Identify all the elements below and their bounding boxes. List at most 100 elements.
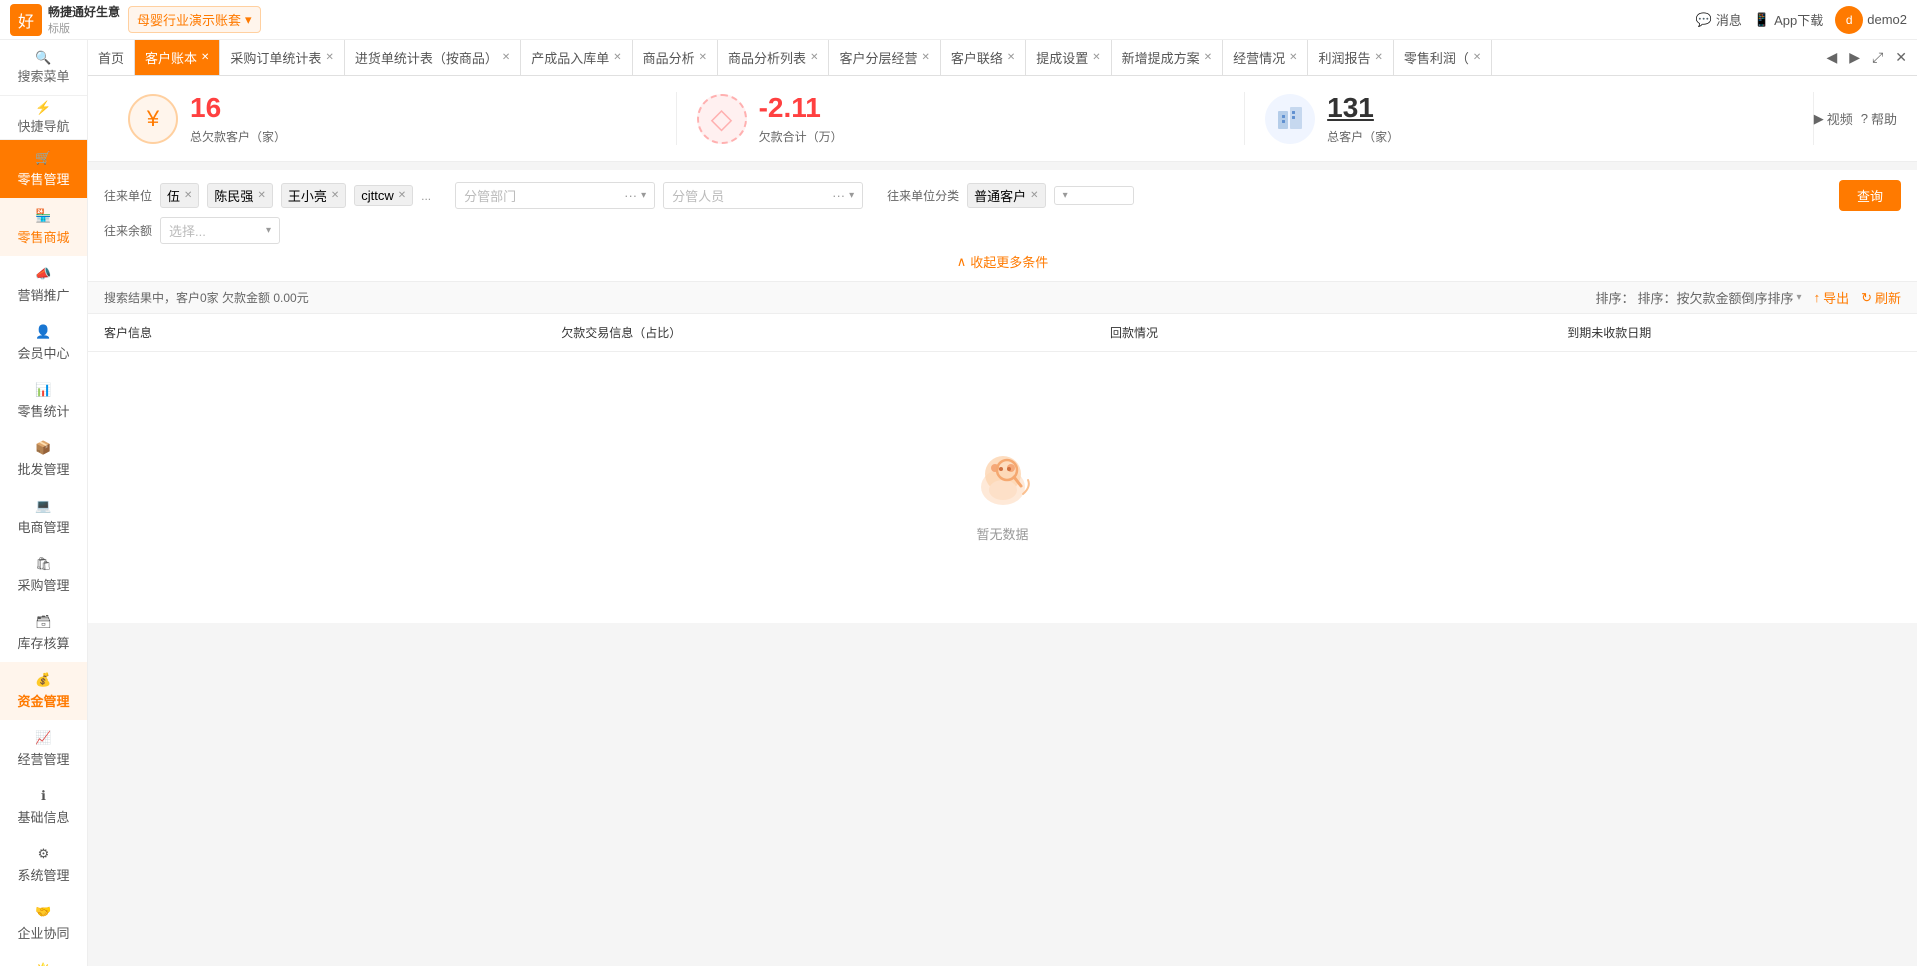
video-btn[interactable]: ▶ 视频: [1814, 109, 1853, 128]
tab-product-inbound[interactable]: 产成品入库单 ✕: [521, 40, 632, 76]
tab-customer-contact[interactable]: 客户联络 ✕: [941, 40, 1026, 76]
collapse-btn[interactable]: ∧ 收起更多条件: [957, 252, 1049, 271]
tab-retail-profit[interactable]: 零售利润（ ✕: [1394, 40, 1492, 76]
retail-stats-icon: 📊: [35, 382, 51, 398]
tab-close-icon[interactable]: ✕: [1473, 52, 1481, 63]
message-btn[interactable]: 💬 消息: [1696, 10, 1742, 29]
filter-balance-select[interactable]: 选择... ▾: [160, 217, 280, 244]
filter-row-2: 往来余额 选择... ▾: [104, 217, 1901, 244]
tab-close-icon[interactable]: ✕: [1007, 52, 1015, 63]
sidebar-item-system-mgmt[interactable]: ⚙ 系统管理: [0, 836, 87, 894]
filter-tag-unit-1[interactable]: 陈民强 ✕: [207, 183, 272, 208]
tab-close-icon[interactable]: ✕: [1204, 52, 1212, 63]
stat-item-overdue-customers: ¥ 16 总欠款客户（家）: [108, 92, 677, 145]
sidebar-item-wholesale-mgmt[interactable]: 📦 批发管理: [0, 430, 87, 488]
sort-selector[interactable]: 排序： 排序：按欠款金额倒序排序 ▾: [1596, 288, 1802, 307]
sidebar-item-purchase-mgmt[interactable]: 🛍 采购管理: [0, 546, 87, 604]
tab-label: 新增提成方案: [1122, 48, 1200, 67]
sidebar-search[interactable]: 🔍 搜索菜单: [0, 40, 87, 96]
filter-person-select[interactable]: 分管人员 ··· ▾: [663, 182, 863, 209]
sidebar-item-retail-stats[interactable]: 📊 零售统计: [0, 372, 87, 430]
sidebar-item-ecommerce-mgmt[interactable]: 💻 电商管理: [0, 488, 87, 546]
sidebar-item-member-center[interactable]: 👤 会员中心: [0, 314, 87, 372]
query-button[interactable]: 查询: [1839, 180, 1901, 211]
tab-close-icon[interactable]: ✕: [325, 52, 333, 63]
guide-icon: 🌟: [35, 962, 51, 966]
filter-tag-unit-3[interactable]: cjttcw ✕: [354, 185, 413, 206]
sidebar-quick-nav[interactable]: ⚡ 快捷导航: [0, 96, 87, 140]
workspace-selector[interactable]: 母婴行业演示账套 ▾: [128, 6, 261, 33]
filter-tag-close-icon[interactable]: ✕: [398, 190, 406, 201]
tab-close-icon[interactable]: ✕: [1092, 52, 1100, 63]
tab-tip-settings[interactable]: 提成设置 ✕: [1026, 40, 1111, 76]
tab-label: 商品分析列表: [728, 48, 806, 67]
tab-close-icon[interactable]: ✕: [921, 52, 929, 63]
top-bar-left: 好 畅捷通好生意 标版 母婴行业演示账套 ▾: [10, 3, 261, 36]
tabs-actions: ◀ ▶ ⤢ ✕: [1817, 47, 1917, 68]
tabs-prev-btn[interactable]: ◀: [1823, 47, 1842, 68]
sidebar-item-label: 企业协同: [17, 923, 69, 942]
logo-area: 好 畅捷通好生意 标版: [10, 3, 120, 36]
tabs-close-all-btn[interactable]: ✕: [1891, 47, 1911, 68]
sidebar-item-marketing[interactable]: 📣 营销推广: [0, 256, 87, 314]
filter-tag-close-icon[interactable]: ✕: [257, 190, 265, 201]
sidebar-item-basic-info[interactable]: ℹ 基础信息: [0, 778, 87, 836]
refresh-btn[interactable]: ↻ 刷新: [1861, 288, 1901, 307]
sidebar-item-inventory[interactable]: 🗃 库存核算: [0, 604, 87, 662]
sidebar-item-retail-mall[interactable]: 🏪 零售商城: [0, 198, 87, 256]
tab-close-icon[interactable]: ✕: [699, 52, 707, 63]
ecommerce-icon: 💻: [35, 498, 51, 514]
logo-name: 畅捷通好生意: [48, 3, 120, 20]
data-table: 客户信息 欠款交易信息（占比） 回款情况 到期未收款日期: [88, 314, 1917, 352]
sidebar-item-operations-mgmt[interactable]: 📈 经营管理: [0, 720, 87, 778]
filter-tag-close-icon[interactable]: ✕: [184, 190, 192, 201]
tab-close-icon[interactable]: ✕: [1375, 52, 1383, 63]
help-btn[interactable]: ? 帮助: [1861, 109, 1897, 128]
tab-inbound-stats[interactable]: 进货单统计表（按商品） ✕: [345, 40, 521, 76]
tab-close-icon[interactable]: ✕: [810, 52, 818, 63]
sidebar-item-label: 批发管理: [17, 459, 69, 478]
tab-product-analysis[interactable]: 商品分析 ✕: [633, 40, 718, 76]
tab-label: 经营情况: [1233, 48, 1285, 67]
sidebar-item-new-guide[interactable]: 🌟 新手引导: [0, 952, 87, 966]
tab-purchase-order-stats[interactable]: 采购订单统计表 ✕: [220, 40, 344, 76]
table-header: 客户信息 欠款交易信息（占比） 回款情况 到期未收款日期: [88, 314, 1917, 352]
filter-tag-label: 陈民强: [214, 186, 253, 205]
chevron-down-icon: ▾: [245, 12, 252, 28]
filter-tag-close-icon[interactable]: ✕: [1030, 190, 1038, 201]
filter-tag-unit-2[interactable]: 王小亮 ✕: [281, 183, 346, 208]
tabs-next-btn[interactable]: ▶: [1845, 47, 1864, 68]
export-btn[interactable]: ↑ 导出: [1814, 288, 1850, 307]
tab-product-analysis-list[interactable]: 商品分析列表 ✕: [718, 40, 829, 76]
tab-new-tip-plan[interactable]: 新增提成方案 ✕: [1112, 40, 1223, 76]
tabs-expand-btn[interactable]: ⤢: [1868, 47, 1887, 68]
tab-customer-balance[interactable]: 客户账本 ✕: [135, 40, 220, 76]
results-summary: 搜索结果中，客户0家 欠款金额 0.00元: [104, 289, 309, 306]
tab-profit-report[interactable]: 利润报告 ✕: [1308, 40, 1393, 76]
user-avatar-area[interactable]: d demo2: [1835, 6, 1907, 34]
filter-tag-close-icon[interactable]: ✕: [331, 190, 339, 201]
tab-close-icon[interactable]: ✕: [201, 52, 209, 63]
sidebar-item-label: 电商管理: [17, 517, 69, 536]
filter-person-clear-icon[interactable]: ···: [832, 188, 845, 203]
sidebar-item-funds-mgmt[interactable]: 💰 资金管理: [0, 662, 87, 720]
sidebar-item-label: 采购管理: [17, 575, 69, 594]
tab-close-icon[interactable]: ✕: [1289, 52, 1297, 63]
tab-label: 利润报告: [1318, 48, 1370, 67]
tab-close-icon[interactable]: ✕: [502, 52, 510, 63]
sidebar-item-enterprise-collab[interactable]: 🤝 企业协同: [0, 894, 87, 952]
filter-tag-unit-0[interactable]: 伍 ✕: [160, 183, 199, 208]
tab-home[interactable]: 首页: [88, 40, 135, 76]
tab-close-icon[interactable]: ✕: [613, 52, 621, 63]
app-download-btn[interactable]: 📱 App下载: [1754, 10, 1823, 29]
filter-tag-label: 伍: [167, 186, 180, 205]
filter-dept-select[interactable]: 分管部门 ··· ▾: [455, 182, 655, 209]
filter-more-btn[interactable]: ...: [421, 189, 431, 203]
sidebar-item-retail-mgmt[interactable]: 🛒 零售管理: [0, 140, 87, 198]
tab-ops-situation[interactable]: 经营情况 ✕: [1223, 40, 1308, 76]
filter-tag-unit-class-0[interactable]: 普通客户 ✕: [967, 183, 1045, 208]
tab-customer-segment[interactable]: 客户分层经营 ✕: [829, 40, 940, 76]
filter-dept-clear-icon[interactable]: ···: [624, 188, 637, 203]
search-icon: 🔍: [6, 50, 81, 66]
filter-unit-class-select[interactable]: ▾: [1054, 186, 1134, 205]
